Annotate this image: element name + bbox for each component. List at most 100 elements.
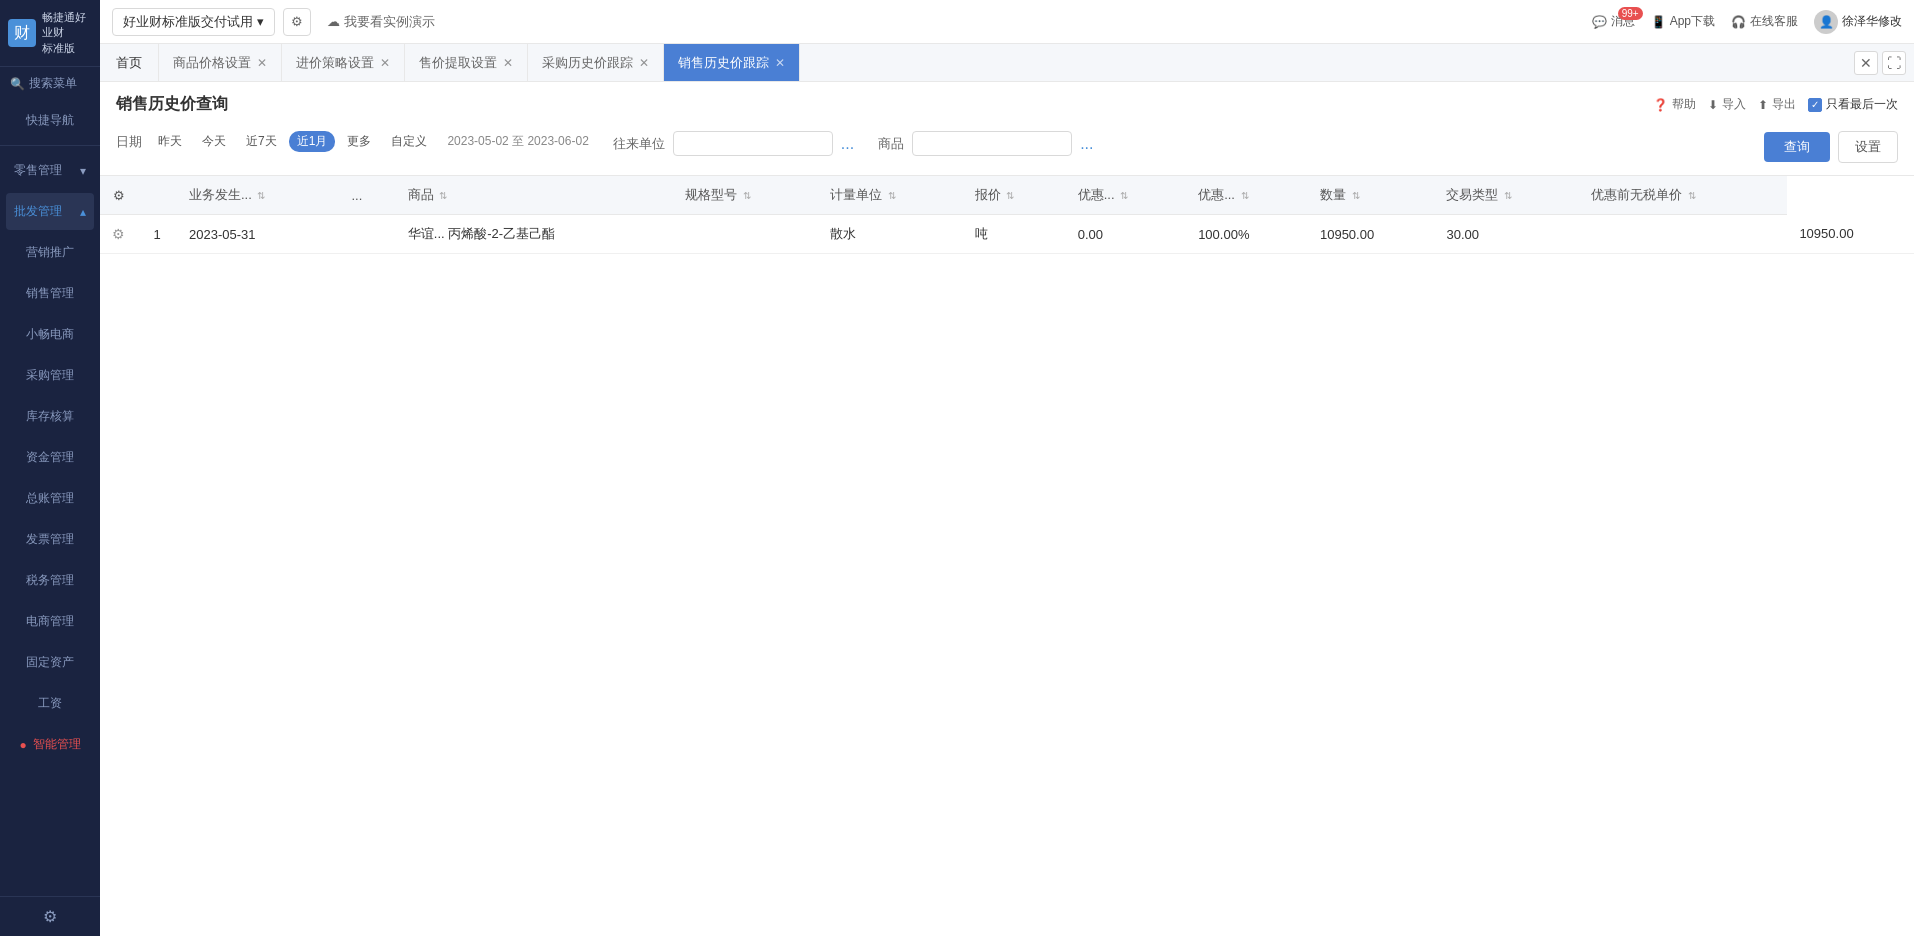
topbar-settings-button[interactable]: ⚙ — [283, 8, 311, 36]
sort-date-icon[interactable]: ⇅ — [257, 190, 265, 201]
sidebar-settings-icon[interactable]: ⚙ — [43, 907, 57, 926]
date-opt-last7[interactable]: 近7天 — [238, 131, 285, 152]
tab-close-sales[interactable]: ✕ — [775, 56, 785, 70]
col-header-date[interactable]: 业务发生... ⇅ — [177, 176, 339, 215]
page-content: 销售历史价查询 ❓ 帮助 ⬇ 导入 ⬆ 导出 ✓ 只看最后一次 — [100, 82, 1914, 936]
sidebar-item-salary[interactable]: 工资 — [6, 685, 94, 722]
export-button[interactable]: ⬆ 导出 — [1758, 96, 1796, 113]
sidebar-item-ledger[interactable]: 总账管理 — [6, 480, 94, 517]
sidebar-item-inventory[interactable]: 库存核算 — [6, 398, 94, 435]
sort-product-icon[interactable]: ⇅ — [439, 190, 447, 201]
user-info[interactable]: 👤 徐泽华修改 — [1814, 10, 1902, 34]
sidebar-item-ecommerce[interactable]: 电商管理 — [6, 603, 94, 640]
col-header-unit[interactable]: 计量单位 ⇅ — [818, 176, 963, 215]
sort-pretax-icon[interactable]: ⇅ — [1688, 190, 1696, 201]
sidebar-item-ecommerce-small[interactable]: 小畅电商 — [6, 316, 94, 353]
date-opt-more[interactable]: 更多 — [339, 131, 379, 152]
app-download-btn[interactable]: 📱 App下载 — [1651, 13, 1715, 30]
tab-strategy[interactable]: 进价策略设置 ✕ — [282, 44, 405, 82]
tab-purchase-track[interactable]: 采购历史价跟踪 ✕ — [528, 44, 664, 82]
close-window-button[interactable]: ✕ — [1854, 51, 1878, 75]
col-header-seq — [137, 176, 177, 215]
help-button[interactable]: ❓ 帮助 — [1653, 96, 1696, 113]
tab-close-extract[interactable]: ✕ — [503, 56, 513, 70]
product-input[interactable] — [912, 131, 1072, 156]
tab-sales-track[interactable]: 销售历史价跟踪 ✕ — [664, 44, 800, 82]
date-opt-yesterday[interactable]: 昨天 — [150, 131, 190, 152]
sort-discount-amt-icon[interactable]: ⇅ — [1241, 190, 1249, 201]
date-opt-today[interactable]: 今天 — [194, 131, 234, 152]
table-row[interactable]: ⚙ 1 2023-05-31 华谊... 丙烯酸-2-乙基己酯 散水 — [100, 215, 1914, 254]
col-header-discount-amt[interactable]: 优惠... ⇅ — [1186, 176, 1308, 215]
date-opt-custom[interactable]: 自定义 — [383, 131, 435, 152]
page-header: 销售历史价查询 ❓ 帮助 ⬇ 导入 ⬆ 导出 ✓ 只看最后一次 — [100, 82, 1914, 123]
col-header-qty[interactable]: 数量 ⇅ — [1308, 176, 1435, 215]
sidebar-item-marketing[interactable]: 营销推广 — [6, 234, 94, 271]
version-selector[interactable]: 好业财标准版交付试用 ▾ — [112, 8, 275, 36]
headset-icon: 🎧 — [1731, 15, 1746, 29]
row-more-cell — [339, 215, 395, 254]
sidebar-item-invoice[interactable]: 发票管理 — [6, 521, 94, 558]
sort-qty-icon[interactable]: ⇅ — [1352, 190, 1360, 201]
col-header-more[interactable]: ... — [339, 176, 395, 215]
tab-close-strategy[interactable]: ✕ — [380, 56, 390, 70]
sort-discount-pct-icon[interactable]: ⇅ — [1120, 190, 1128, 201]
date-filter-label: 日期 — [116, 133, 142, 151]
date-options: 昨天 今天 近7天 近1月 更多 自定义 — [150, 131, 435, 152]
sidebar-item-finance[interactable]: 资金管理 — [6, 439, 94, 476]
data-table: ⚙ 业务发生... ⇅ ... 商品 ⇅ — [100, 176, 1914, 254]
table-header-row: ⚙ 业务发生... ⇅ ... 商品 ⇅ — [100, 176, 1914, 215]
sidebar-item-wholesale[interactable]: 批发管理 ▴ — [6, 193, 94, 230]
sort-trade-type-icon[interactable]: ⇅ — [1504, 190, 1512, 201]
sidebar-item-tax[interactable]: 税务管理 — [6, 562, 94, 599]
col-header-price[interactable]: 报价 ⇅ — [963, 176, 1066, 215]
settings-button[interactable]: 设置 — [1838, 131, 1898, 163]
table-wrapper: ⚙ 业务发生... ⇅ ... 商品 ⇅ — [100, 176, 1914, 254]
tab-close-purchase[interactable]: ✕ — [639, 56, 649, 70]
sidebar-item-quick-nav[interactable]: 快捷导航 — [6, 102, 94, 139]
source-filter-group: 往来单位 ... — [613, 131, 854, 156]
row-discount-pct-cell: 100.00% — [1186, 215, 1308, 254]
tab-price[interactable]: 商品价格设置 ✕ — [159, 44, 282, 82]
date-range-display: 2023-05-02 至 2023-06-02 — [447, 134, 588, 148]
sidebar-item-retail[interactable]: 零售管理 ▾ — [6, 152, 94, 189]
col-header-pretax-price[interactable]: 优惠前无税单价 ⇅ — [1579, 176, 1787, 215]
sidebar-item-purchase[interactable]: 采购管理 — [6, 357, 94, 394]
search-menu[interactable]: 🔍 搜索菜单 — [0, 67, 100, 100]
import-button[interactable]: ⬇ 导入 — [1708, 96, 1746, 113]
expand-window-button[interactable]: ⛶ — [1882, 51, 1906, 75]
row-product-cell: 华谊... 丙烯酸-2-乙基己酯 — [396, 215, 673, 254]
row-pretax-price-cell: 10950.00 — [1787, 215, 1914, 254]
sidebar: 财 畅捷通好业财 标准版 🔍 搜索菜单 快捷导航 零售管理 ▾ 批发管理 ▴ 营… — [0, 0, 100, 936]
tabbar: 首页 商品价格设置 ✕ 进价策略设置 ✕ 售价提取设置 ✕ 采购历史价跟踪 ✕ … — [100, 44, 1914, 82]
help-icon: ❓ — [1653, 98, 1668, 112]
source-input[interactable] — [673, 131, 833, 156]
source-more-icon[interactable]: ... — [841, 135, 854, 153]
row-gear-icon[interactable]: ⚙ — [112, 226, 125, 242]
col-header-trade-type[interactable]: 交易类型 ⇅ — [1434, 176, 1579, 215]
date-opt-last-month[interactable]: 近1月 — [289, 131, 336, 152]
demo-link[interactable]: ☁ 我要看实例演示 — [327, 13, 435, 31]
sidebar-item-fixed-assets[interactable]: 固定资产 — [6, 644, 94, 681]
sidebar-item-smart[interactable]: ● 智能管理 — [6, 726, 94, 763]
tab-close-price[interactable]: ✕ — [257, 56, 267, 70]
user-icon: 👤 — [1819, 15, 1834, 29]
product-more-icon[interactable]: ... — [1080, 135, 1093, 153]
online-service-btn[interactable]: 🎧 在线客服 — [1731, 13, 1798, 30]
search-icon: 🔍 — [10, 77, 25, 91]
col-header-discount-pct[interactable]: 优惠... ⇅ — [1066, 176, 1186, 215]
chevron-down-icon: ▾ — [257, 14, 264, 29]
col-header-product[interactable]: 商品 ⇅ — [396, 176, 673, 215]
gear-col-icon[interactable]: ⚙ — [113, 188, 125, 203]
col-header-spec[interactable]: 规格型号 ⇅ — [673, 176, 818, 215]
sort-spec-icon[interactable]: ⇅ — [743, 190, 751, 201]
tab-home[interactable]: 首页 — [100, 44, 159, 82]
sort-price-icon[interactable]: ⇅ — [1006, 190, 1014, 201]
message-badge: 99+ — [1618, 7, 1643, 20]
only-last-checkbox[interactable]: ✓ 只看最后一次 — [1808, 96, 1898, 113]
query-button[interactable]: 查询 — [1764, 132, 1830, 162]
messages-btn[interactable]: 💬 消息 99+ — [1592, 13, 1635, 30]
sidebar-item-sales[interactable]: 销售管理 — [6, 275, 94, 312]
tab-extract[interactable]: 售价提取设置 ✕ — [405, 44, 528, 82]
sort-unit-icon[interactable]: ⇅ — [888, 190, 896, 201]
